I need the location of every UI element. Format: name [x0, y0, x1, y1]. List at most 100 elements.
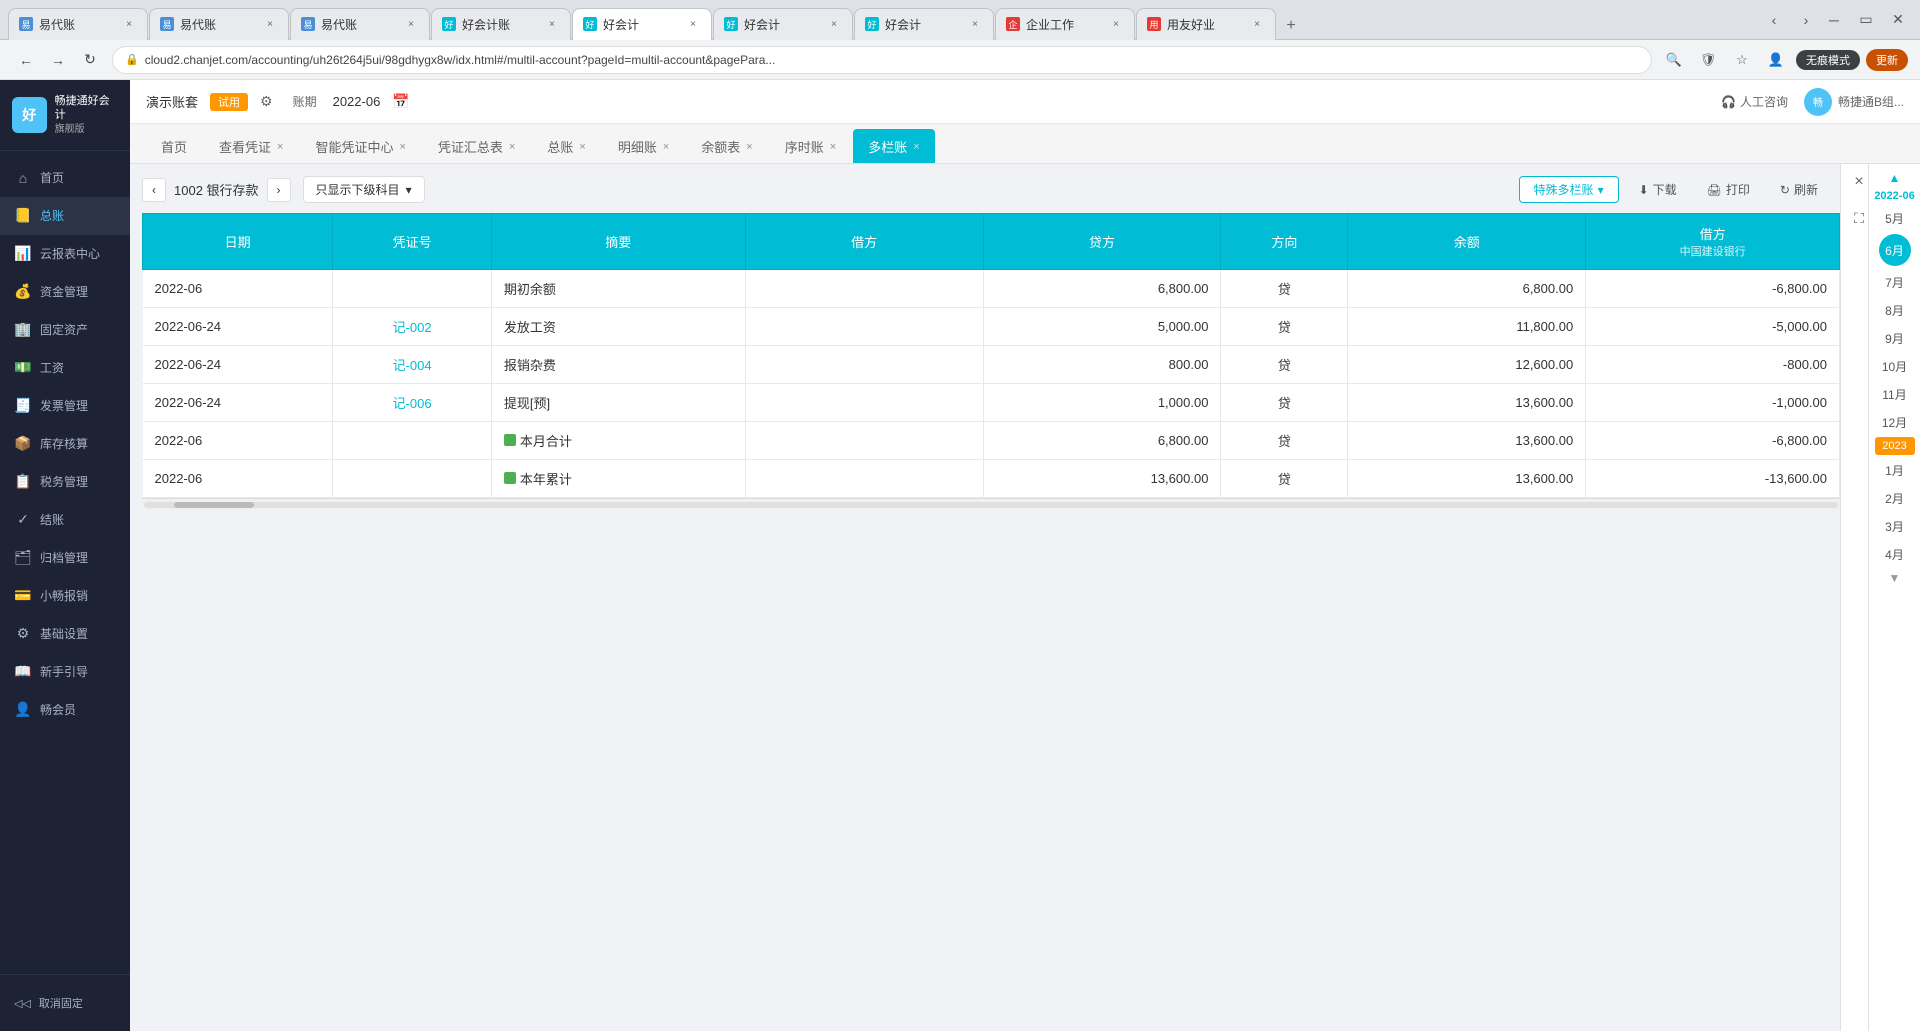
month-item-10月[interactable]: 10月	[1873, 353, 1917, 379]
cell-1[interactable]: 记-004	[333, 346, 492, 384]
scrollbar-handle[interactable]	[174, 502, 254, 508]
month-item-5月[interactable]: 5月	[1873, 205, 1917, 231]
minimize-button[interactable]: ─	[1820, 6, 1848, 34]
month-item-8月[interactable]: 8月	[1873, 297, 1917, 323]
sidebar-item-report[interactable]: 📊云报表中心	[0, 235, 130, 273]
search-icon-btn[interactable]: 🔍	[1660, 46, 1688, 74]
download-button[interactable]: ⬇ 下载	[1629, 177, 1687, 202]
month-scroll-up[interactable]: ▲	[1881, 168, 1909, 188]
month-item-9月[interactable]: 9月	[1873, 325, 1917, 351]
month-item-2月[interactable]: 2月	[1873, 485, 1917, 511]
tab-close-icon[interactable]: ×	[913, 141, 919, 153]
content-tab-home[interactable]: 首页	[146, 129, 202, 163]
month-item-11月[interactable]: 11月	[1873, 381, 1917, 407]
month-item-7月[interactable]: 7月	[1873, 269, 1917, 295]
tab-close-button[interactable]: ×	[967, 16, 983, 32]
tab-close-icon[interactable]: ×	[509, 141, 515, 153]
sidebar-item-salary[interactable]: 💵工资	[0, 349, 130, 387]
new-tab-button[interactable]: +	[1277, 12, 1305, 40]
browser-tab-9[interactable]: 用用友好业×	[1136, 8, 1276, 40]
month-item-12月[interactable]: 12月	[1873, 409, 1917, 435]
tab-close-icon[interactable]: ×	[579, 141, 585, 153]
sidebar-item-home[interactable]: ⌂首页	[0, 159, 130, 197]
month-item-3月[interactable]: 3月	[1873, 513, 1917, 539]
maximize-button[interactable]: ▭	[1852, 6, 1880, 34]
tab-close-button[interactable]: ×	[1108, 16, 1124, 32]
sidebar-item-invoice[interactable]: 🧾发票管理	[0, 387, 130, 425]
cell-1[interactable]: 记-006	[333, 384, 492, 422]
multi-ledger-button[interactable]: 特殊多栏账 ▾	[1519, 176, 1619, 203]
browser-tab-2[interactable]: 易易代账×	[149, 8, 289, 40]
content-tab-detail_ledger[interactable]: 明细账×	[603, 129, 684, 163]
address-input[interactable]: 🔒 cloud2.chanjet.com/accounting/uh26t264…	[112, 46, 1652, 74]
tab-close-button[interactable]: ×	[685, 16, 701, 32]
tab-close-button[interactable]: ×	[544, 16, 560, 32]
month-scroll-down[interactable]: ▼	[1881, 568, 1909, 588]
refresh-button[interactable]: ↻ 刷新	[1770, 177, 1828, 202]
browser-tab-5[interactable]: 好好会计×	[572, 8, 712, 40]
content-tab-view_voucher[interactable]: 查看凭证×	[204, 129, 298, 163]
sidebar-item-fund[interactable]: 💰资金管理	[0, 273, 130, 311]
content-tab-smart_center[interactable]: 智能凭证中心×	[300, 129, 420, 163]
voucher-link[interactable]: 记-006	[393, 396, 432, 411]
sidebar-item-settings[interactable]: ⚙基础设置	[0, 615, 130, 653]
browser-tab-3[interactable]: 易易代账×	[290, 8, 430, 40]
content-tab-multi_column[interactable]: 多栏账×	[853, 129, 934, 163]
account-next-button[interactable]: ›	[267, 178, 291, 202]
print-button[interactable]: 🖨 打印	[1697, 177, 1760, 202]
tab-close-button[interactable]: ×	[121, 16, 137, 32]
star-icon-btn[interactable]: ☆	[1728, 46, 1756, 74]
tab-close-icon[interactable]: ×	[399, 141, 405, 153]
content-tab-balance_table[interactable]: 余额表×	[686, 129, 767, 163]
forward-button[interactable]: →	[44, 46, 72, 74]
voucher-link[interactable]: 记-002	[393, 320, 432, 335]
shield-icon-btn[interactable]: 🛡	[1694, 46, 1722, 74]
sidebar-item-ledger[interactable]: 📒总账	[0, 197, 130, 235]
tab-close-button[interactable]: ×	[1249, 16, 1265, 32]
gear-icon-settings[interactable]: ⚙	[260, 93, 273, 110]
close-window-button[interactable]: ✕	[1884, 6, 1912, 34]
sidebar-item-archive[interactable]: 🗂归档管理	[0, 539, 130, 577]
tab-close-button[interactable]: ×	[403, 16, 419, 32]
content-tab-sequence_ledger[interactable]: 序时账×	[770, 129, 851, 163]
tab-scroll-right[interactable]: ›	[1792, 6, 1820, 34]
profile-icon-btn[interactable]: 👤	[1762, 46, 1790, 74]
sidebar-item-guide[interactable]: 📖新手引导	[0, 653, 130, 691]
cell-1[interactable]: 记-002	[333, 308, 492, 346]
account-prev-button[interactable]: ‹	[142, 178, 166, 202]
content-tab-voucher_summary[interactable]: 凭证汇总表×	[423, 129, 530, 163]
voucher-link[interactable]: 记-004	[393, 358, 432, 373]
sidebar-item-assets[interactable]: 🏢固定资产	[0, 311, 130, 349]
sidebar-item-label: 总账	[40, 207, 64, 224]
table-row: 2022-06-24记-002发放工资5,000.00贷11,800.00-5,…	[143, 308, 1840, 346]
horizontal-scrollbar[interactable]	[142, 498, 1840, 510]
browser-tab-8[interactable]: 企企业工作×	[995, 8, 1135, 40]
consultant-button[interactable]: 🎧 人工咨询	[1721, 93, 1788, 110]
browser-tab-6[interactable]: 好好会计×	[713, 8, 853, 40]
sidebar-item-inventory[interactable]: 📦库存核算	[0, 425, 130, 463]
browser-tab-4[interactable]: 好好会计账×	[431, 8, 571, 40]
tab-close-button[interactable]: ×	[262, 16, 278, 32]
content-tab-general_ledger[interactable]: 总账×	[532, 129, 600, 163]
calendar-icon[interactable]: 📅	[392, 93, 409, 110]
update-button[interactable]: 更新	[1866, 49, 1908, 71]
browser-tab-7[interactable]: 好好会计×	[854, 8, 994, 40]
reload-button[interactable]: ↻	[76, 46, 104, 74]
tab-scroll-left[interactable]: ‹	[1760, 6, 1788, 34]
tab-close-icon[interactable]: ×	[746, 141, 752, 153]
month-item-1月[interactable]: 1月	[1873, 457, 1917, 483]
back-button[interactable]: ←	[12, 46, 40, 74]
sidebar-item-member[interactable]: 👤畅会员	[0, 691, 130, 729]
tab-close-icon[interactable]: ×	[277, 141, 283, 153]
tab-close-icon[interactable]: ×	[663, 141, 669, 153]
browser-tab-1[interactable]: 易易代账×	[8, 8, 148, 40]
month-item-6月[interactable]: 6月	[1879, 234, 1911, 266]
tab-close-button[interactable]: ×	[826, 16, 842, 32]
sidebar-item-closing[interactable]: ✓结账	[0, 501, 130, 539]
sidebar-item-expense[interactable]: 💳小畅报销	[0, 577, 130, 615]
unpin-button[interactable]: ◁◁ 取消固定	[0, 985, 130, 1021]
month-item-4月[interactable]: 4月	[1873, 541, 1917, 567]
tab-close-icon[interactable]: ×	[830, 141, 836, 153]
filter-dropdown[interactable]: 只显示下级科目 ▾	[303, 176, 425, 203]
sidebar-item-tax[interactable]: 📋税务管理	[0, 463, 130, 501]
